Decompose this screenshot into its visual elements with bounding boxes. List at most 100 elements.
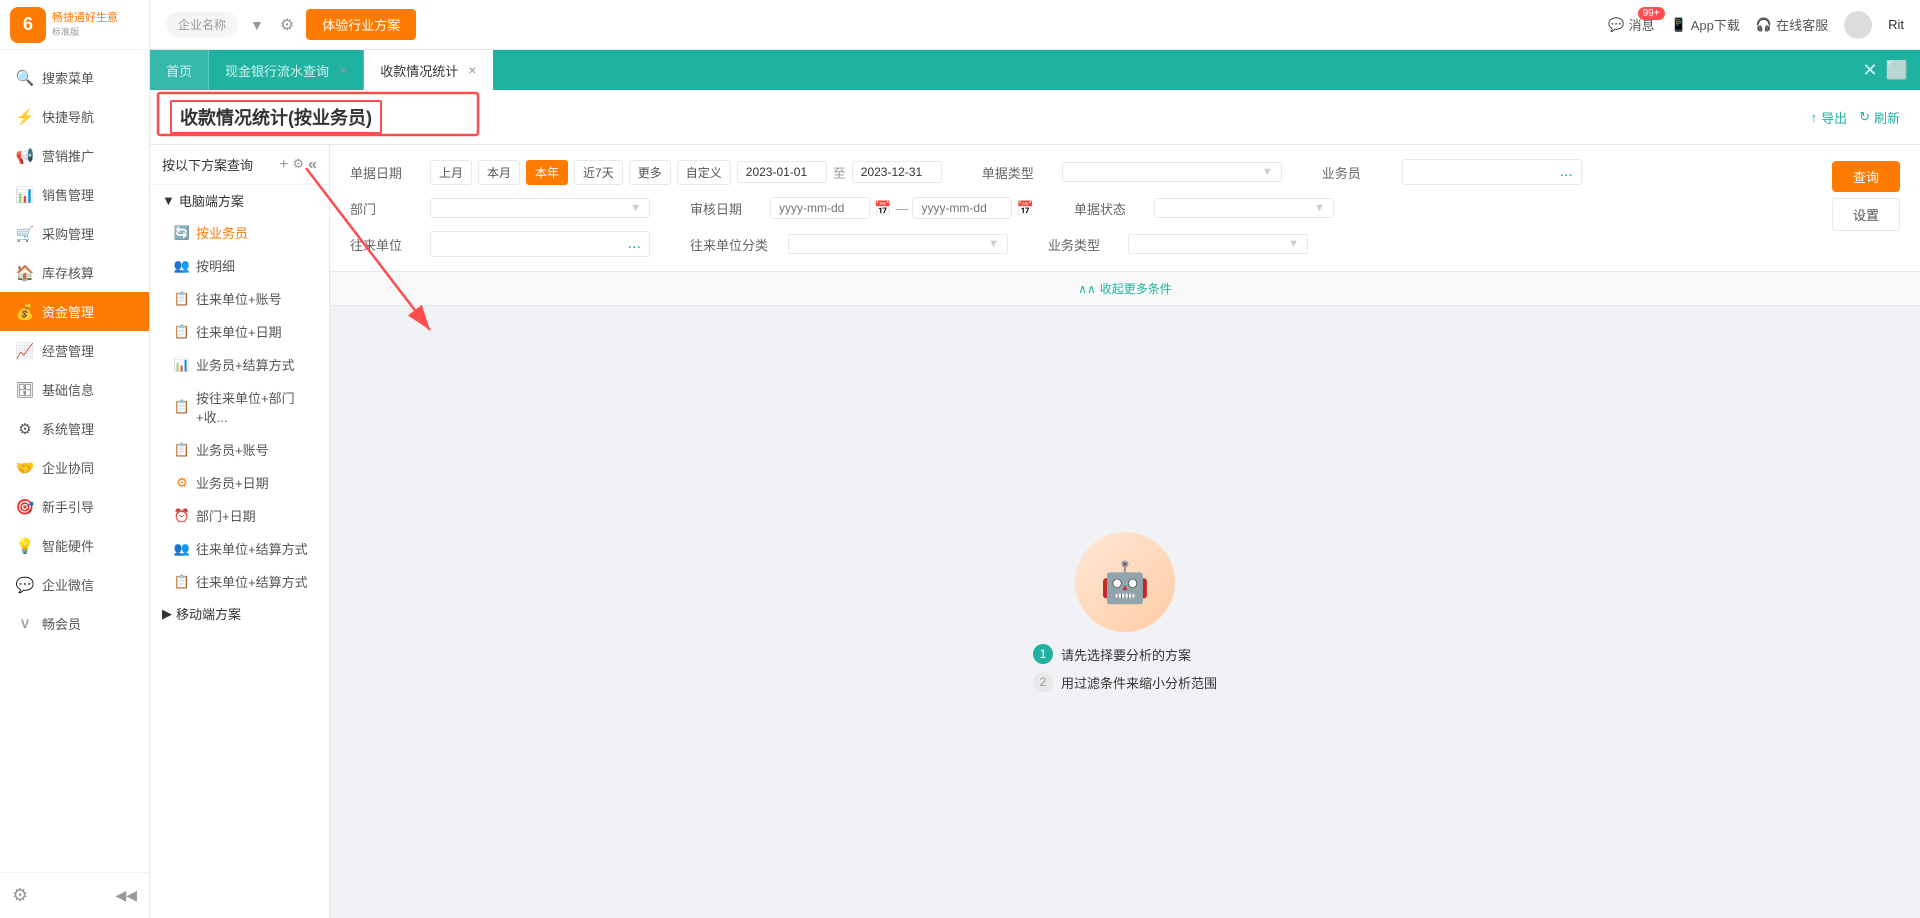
salesperson-more-icon[interactable]: ... xyxy=(1559,163,1572,181)
tab-close-all-icon[interactable]: ✕ xyxy=(1862,60,1877,81)
sidebar-item-wechat[interactable]: 💬 企业微信 xyxy=(0,565,149,604)
scheme-item-unit-date[interactable]: 📋 往来单位+日期 xyxy=(150,315,329,348)
scheme-item-dept-date[interactable]: ⏰ 部门+日期 xyxy=(150,499,329,532)
unit-settlement1-icon: 👥 xyxy=(174,541,190,557)
scheme-item-unit-dept-collect[interactable]: 📋 按往来单位+部门+收... xyxy=(150,381,329,433)
headset-icon: 🎧 xyxy=(1756,17,1772,33)
audit-date-from-input[interactable] xyxy=(770,197,870,219)
quick-nav-icon: ⚡ xyxy=(16,108,34,126)
app-download-item[interactable]: 📱 App下载 xyxy=(1671,15,1740,34)
sidebar-item-hardware[interactable]: 💡 智能硬件 xyxy=(0,526,149,565)
company-name: 企业名称 xyxy=(166,12,238,37)
scheme-item-unit-settlement2[interactable]: 📋 往来单位+结算方式 xyxy=(150,565,329,598)
cal-icon-2[interactable]: 📅 xyxy=(1016,200,1033,217)
scheme-item-salesperson-settlement[interactable]: 📊 业务员+结算方式 xyxy=(150,348,329,381)
sidebar-item-operation[interactable]: 📈 经营管理 xyxy=(0,331,149,370)
purchase-icon: 🛒 xyxy=(16,225,34,243)
logo-text: 畅捷通好生意 标准版 xyxy=(52,11,118,39)
online-service-item[interactable]: 🎧 在线客服 xyxy=(1756,15,1828,34)
header-settings-icon[interactable]: ⚙ xyxy=(280,15,294,35)
sidebar-item-finance[interactable]: 💰 资金管理 xyxy=(0,292,149,331)
audit-date-to-input[interactable] xyxy=(912,197,1012,219)
page-title: 收款情况统计(按业务员) xyxy=(170,100,382,134)
header-dropdown-icon[interactable]: ▼ xyxy=(250,17,264,33)
scheme-collapse-icon[interactable]: « xyxy=(308,156,317,174)
step-2-num: 2 xyxy=(1033,672,1053,692)
scheme-category-pc[interactable]: ▼ 电脑端方案 xyxy=(150,185,329,216)
scheme-panel: 按以下方案查询 + ⚙ « ▼ 电脑端方案 xyxy=(150,145,330,918)
export-btn[interactable]: ↑ 导出 xyxy=(1811,108,1848,127)
tab-home[interactable]: 首页 xyxy=(150,50,209,90)
sidebar-item-marketing[interactable]: 📢 营销推广 xyxy=(0,136,149,175)
trial-btn[interactable]: 体验行业方案 xyxy=(306,9,416,40)
date-btn-custom[interactable]: 自定义 xyxy=(677,160,731,185)
tab-bar: 首页 现金银行流水查询 × 收款情况统计 × ✕ ⬜ xyxy=(150,50,1920,90)
date-btn-more[interactable]: 更多 xyxy=(629,160,671,185)
sidebar-item-purchase[interactable]: 🛒 采购管理 xyxy=(0,214,149,253)
scheme-header-actions: + ⚙ « xyxy=(279,156,317,174)
empty-robot-icon: 🤖 xyxy=(1075,532,1175,632)
sidebar-item-enterprise[interactable]: 🤝 企业协同 xyxy=(0,448,149,487)
refresh-btn[interactable]: ↻ 刷新 xyxy=(1859,108,1900,127)
scheme-add-icon[interactable]: + xyxy=(279,156,288,174)
collapse-bar[interactable]: ∧∧ 收起更多条件 xyxy=(330,272,1920,306)
sidebar-item-system[interactable]: ⚙ 系统管理 xyxy=(0,409,149,448)
counterpart-more-icon[interactable]: ... xyxy=(628,235,641,253)
dept-select[interactable]: ▼ xyxy=(430,198,650,218)
date-btn-this-month[interactable]: 本月 xyxy=(478,160,520,185)
scheme-item-by-detail[interactable]: 👥 按明细 xyxy=(150,249,329,282)
scheme-panel-header: 按以下方案查询 + ⚙ « xyxy=(150,145,329,185)
unit-dept-icon: 📋 xyxy=(174,399,190,415)
logo-icon: 6 xyxy=(10,7,46,43)
business-type-select[interactable]: ▼ xyxy=(1128,234,1308,254)
sidebar-item-quick-nav[interactable]: ⚡ 快捷导航 xyxy=(0,97,149,136)
tab-bank-flow[interactable]: 现金银行流水查询 × xyxy=(209,50,364,90)
sidebar-item-member[interactable]: V 畅会员 xyxy=(0,604,149,643)
filter-row-3: 往来单位 ... 往来单位分类 ▼ xyxy=(350,231,1816,257)
sidebar-item-sales[interactable]: 📊 销售管理 xyxy=(0,175,149,214)
tab-collection-stats[interactable]: 收款情况统计 × xyxy=(364,50,493,90)
sidebar-item-basic[interactable]: 🗄 基础信息 xyxy=(0,370,149,409)
scheme-item-salesperson-account[interactable]: 📋 业务员+账号 xyxy=(150,433,329,466)
scheme-settings-icon[interactable]: ⚙ xyxy=(292,156,304,174)
doc-status-label: 单据状态 xyxy=(1074,199,1134,218)
sidebar-collapse-icon[interactable]: ◀◀ xyxy=(115,887,137,904)
page-actions: ↑ 导出 ↻ 刷新 xyxy=(1811,108,1900,127)
empty-step-1: 1 请先选择要分析的方案 xyxy=(1033,644,1217,664)
date-btn-7days[interactable]: 近7天 xyxy=(574,160,623,185)
sidebar-item-search[interactable]: 🔍 搜索菜单 xyxy=(0,58,149,97)
wechat-icon: 💬 xyxy=(16,576,34,594)
sidebar-item-guide[interactable]: 🎯 新手引导 xyxy=(0,487,149,526)
scheme-category-mobile[interactable]: ▶ 移动端方案 xyxy=(150,598,329,629)
sidebar-settings-icon[interactable]: ⚙ xyxy=(12,885,28,906)
unit-date-icon: 📋 xyxy=(174,324,190,340)
cal-icon-1[interactable]: 📅 xyxy=(874,200,891,217)
phone-icon: 📱 xyxy=(1671,17,1687,33)
content-area: 按以下方案查询 + ⚙ « ▼ 电脑端方案 xyxy=(150,145,1920,918)
query-btn[interactable]: 查询 xyxy=(1832,161,1900,192)
tab-collection-stats-close[interactable]: × xyxy=(468,62,476,78)
sidebar-item-inventory[interactable]: 🏠 库存核算 xyxy=(0,253,149,292)
salesperson-select[interactable]: ... xyxy=(1402,159,1582,185)
scheme-list: ▼ 电脑端方案 🔄 按业务员 👥 按明细 📋 xyxy=(150,185,329,918)
date-from-input[interactable] xyxy=(737,161,827,183)
scheme-item-salesperson-date[interactable]: ⚙ 业务员+日期 xyxy=(150,466,329,499)
audit-date-range: 📅 — 📅 xyxy=(770,197,1034,219)
doc-status-select[interactable]: ▼ xyxy=(1154,198,1334,218)
category-arrow-icon: ▼ xyxy=(162,193,175,208)
counterpart-category-select[interactable]: ▼ xyxy=(788,234,1008,254)
date-btn-last-month[interactable]: 上月 xyxy=(430,160,472,185)
scheme-item-unit-settlement1[interactable]: 👥 往来单位+结算方式 xyxy=(150,532,329,565)
empty-step-2: 2 用过滤条件来缩小分析范围 xyxy=(1033,672,1217,692)
filter-settings-btn[interactable]: 设置 xyxy=(1832,198,1900,231)
date-btn-this-year[interactable]: 本年 xyxy=(526,160,568,185)
tab-maximize-icon[interactable]: ⬜ xyxy=(1886,60,1908,81)
date-to-input[interactable] xyxy=(852,161,942,183)
messages-item[interactable]: 💬 消息 99+ xyxy=(1608,15,1654,34)
tab-bank-flow-close[interactable]: × xyxy=(339,62,347,78)
scheme-item-by-salesperson[interactable]: 🔄 按业务员 xyxy=(150,216,329,249)
counterpart-select[interactable]: ... xyxy=(430,231,650,257)
scheme-item-unit-account[interactable]: 📋 往来单位+账号 xyxy=(150,282,329,315)
doc-type-select[interactable]: ▼ xyxy=(1062,162,1282,182)
user-avatar[interactable] xyxy=(1844,11,1872,39)
